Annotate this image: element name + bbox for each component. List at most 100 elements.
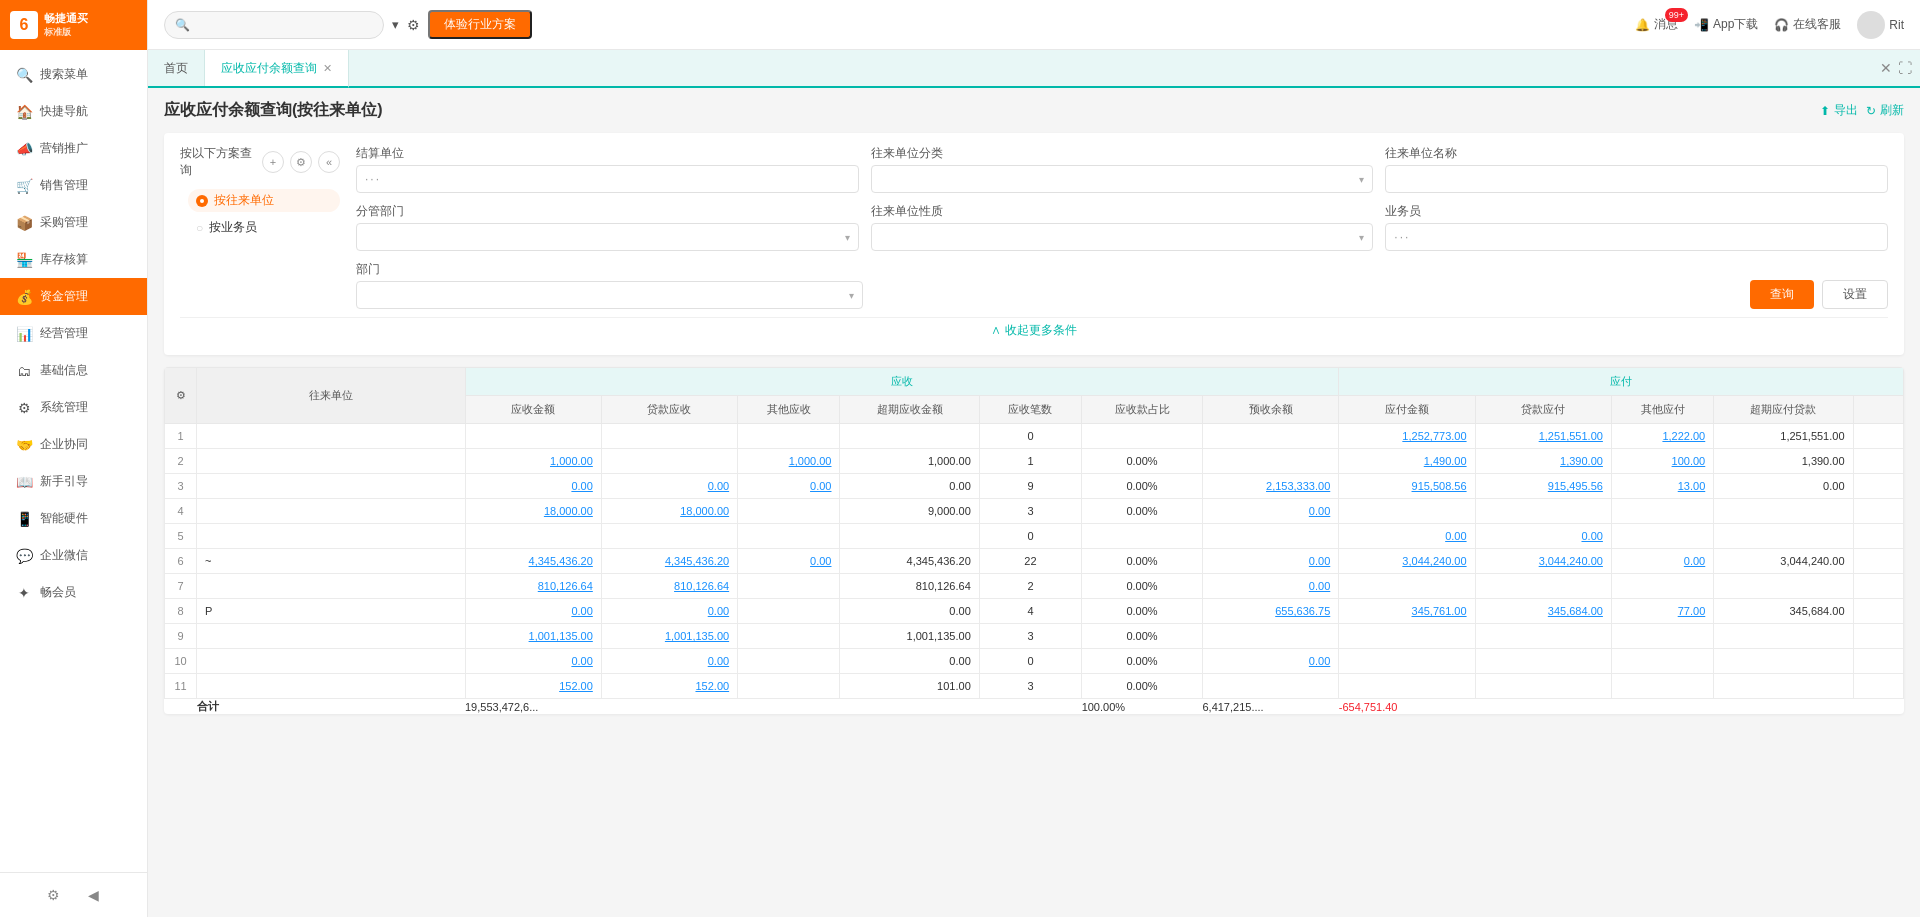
table-cell[interactable] <box>465 524 601 549</box>
messages-button[interactable]: 🔔 消息 99+ <box>1635 16 1678 33</box>
table-cell[interactable] <box>738 524 840 549</box>
table-cell[interactable]: 77.00 <box>1611 599 1713 624</box>
table-cell[interactable]: 1,252,773.00 <box>1339 424 1475 449</box>
sidebar-item-guide[interactable]: 📖 新手引导 <box>0 463 147 500</box>
table-cell[interactable] <box>465 424 601 449</box>
table-cell[interactable] <box>1339 624 1475 649</box>
table-cell[interactable]: 345,684.00 <box>1475 599 1611 624</box>
table-cell[interactable]: 0.00 <box>465 599 601 624</box>
sidebar-item-system[interactable]: ⚙ 系统管理 <box>0 389 147 426</box>
table-cell[interactable]: 915,495.56 <box>1475 474 1611 499</box>
salesperson-input[interactable]: ··· <box>1385 223 1888 251</box>
sidebar-item-inventory[interactable]: 🏪 库存核算 <box>0 241 147 278</box>
table-cell[interactable]: 2,153,333.00 <box>1202 474 1338 499</box>
settlement-unit-input[interactable]: ··· <box>356 165 859 193</box>
unit-category-input[interactable]: ▾ <box>871 165 1374 193</box>
table-cell[interactable] <box>1611 524 1713 549</box>
table-cell[interactable] <box>1475 574 1611 599</box>
table-cell[interactable] <box>1611 649 1713 674</box>
table-cell[interactable] <box>1339 499 1475 524</box>
promo-button[interactable]: 体验行业方案 <box>428 10 532 39</box>
sidebar-item-marketing[interactable]: 📣 营销推广 <box>0 130 147 167</box>
table-cell[interactable] <box>738 499 840 524</box>
table-cell[interactable] <box>1611 574 1713 599</box>
filter-mode-by-staff[interactable]: ○ 按业务员 <box>188 216 340 239</box>
sidebar-item-purchase[interactable]: 📦 采购管理 <box>0 204 147 241</box>
table-cell[interactable]: 1,000.00 <box>465 449 601 474</box>
table-cell[interactable]: 18,000.00 <box>465 499 601 524</box>
table-cell[interactable]: 345,761.00 <box>1339 599 1475 624</box>
unit-name-input[interactable] <box>1385 165 1888 193</box>
table-cell[interactable]: 0.00 <box>1202 499 1338 524</box>
collapse-bar[interactable]: ∧ 收起更多条件 <box>180 317 1888 343</box>
settings-button[interactable]: ⚙ <box>36 881 72 909</box>
tab-close-icon[interactable]: ✕ <box>323 62 332 75</box>
table-cell[interactable]: 4,345,436.20 <box>465 549 601 574</box>
table-cell[interactable]: 3,044,240.00 <box>1339 549 1475 574</box>
table-cell[interactable] <box>1339 674 1475 699</box>
table-cell[interactable] <box>738 599 840 624</box>
refresh-button[interactable]: ↻ 刷新 <box>1866 102 1904 119</box>
app-download-button[interactable]: 📲 App下载 <box>1694 16 1758 33</box>
table-cell[interactable]: 0.00 <box>738 549 840 574</box>
table-cell[interactable]: 13.00 <box>1611 474 1713 499</box>
table-cell[interactable]: 4,345,436.20 <box>601 549 737 574</box>
header-search[interactable]: 🔍 <box>164 11 384 39</box>
table-cell[interactable]: 0.00 <box>1202 574 1338 599</box>
sidebar-item-collab[interactable]: 🤝 企业协同 <box>0 426 147 463</box>
table-cell[interactable]: 810,126.64 <box>465 574 601 599</box>
filter-settings-button[interactable]: ⚙ <box>290 151 312 173</box>
table-cell[interactable] <box>1475 674 1611 699</box>
table-cell[interactable] <box>601 449 737 474</box>
table-cell[interactable] <box>1339 649 1475 674</box>
header-gear-icon[interactable]: ⚙ <box>407 17 420 33</box>
table-cell[interactable]: 1,001,135.00 <box>465 624 601 649</box>
filter-collapse-button[interactable]: « <box>318 151 340 173</box>
table-cell[interactable] <box>738 624 840 649</box>
sidebar-item-search[interactable]: 🔍 搜索菜单 <box>0 56 147 93</box>
export-button[interactable]: ⬆ 导出 <box>1820 102 1858 119</box>
table-cell[interactable] <box>1339 574 1475 599</box>
online-service-button[interactable]: 🎧 在线客服 <box>1774 16 1841 33</box>
sidebar-item-operations[interactable]: 📊 经营管理 <box>0 315 147 352</box>
table-cell[interactable]: 0.00 <box>1611 549 1713 574</box>
table-cell[interactable] <box>601 524 737 549</box>
table-cell[interactable] <box>1475 649 1611 674</box>
table-cell[interactable]: 0.00 <box>601 474 737 499</box>
table-cell[interactable]: 0.00 <box>465 649 601 674</box>
sidebar-item-member[interactable]: ✦ 畅会员 <box>0 574 147 611</box>
table-cell[interactable] <box>738 649 840 674</box>
table-cell[interactable] <box>1202 524 1338 549</box>
table-cell[interactable] <box>1475 624 1611 649</box>
table-cell[interactable] <box>601 424 737 449</box>
tab-ar-ap[interactable]: 应收应付余额查询 ✕ <box>205 50 349 88</box>
table-cell[interactable]: 1,390.00 <box>1475 449 1611 474</box>
query-button[interactable]: 查询 <box>1750 280 1814 309</box>
table-cell[interactable] <box>1202 449 1338 474</box>
table-cell[interactable]: 1,000.00 <box>738 449 840 474</box>
table-cell[interactable]: 18,000.00 <box>601 499 737 524</box>
table-cell[interactable]: 915,508.56 <box>1339 474 1475 499</box>
dropdown-arrow[interactable]: ▾ <box>392 17 399 32</box>
maximize-button[interactable]: ⛶ <box>1898 60 1912 76</box>
table-cell[interactable]: 0.00 <box>1202 649 1338 674</box>
sidebar-item-hardware[interactable]: 📱 智能硬件 <box>0 500 147 537</box>
table-cell[interactable]: 655,636.75 <box>1202 599 1338 624</box>
table-cell[interactable]: 3,044,240.00 <box>1475 549 1611 574</box>
table-cell[interactable]: 810,126.64 <box>601 574 737 599</box>
table-cell[interactable] <box>1202 624 1338 649</box>
sidebar-item-quick-nav[interactable]: 🏠 快捷导航 <box>0 93 147 130</box>
sidebar-item-wechat[interactable]: 💬 企业微信 <box>0 537 147 574</box>
table-cell[interactable]: 1,251,551.00 <box>1475 424 1611 449</box>
filter-add-button[interactable]: + <box>262 151 284 173</box>
table-cell[interactable]: 1,490.00 <box>1339 449 1475 474</box>
table-cell[interactable]: 0.00 <box>465 474 601 499</box>
sidebar-item-basic[interactable]: 🗂 基础信息 <box>0 352 147 389</box>
table-cell[interactable]: 152.00 <box>601 674 737 699</box>
table-cell[interactable]: 0.00 <box>738 474 840 499</box>
filter-mode-by-unit[interactable]: 按往来单位 <box>188 189 340 212</box>
table-cell[interactable]: 0.00 <box>1202 549 1338 574</box>
table-cell[interactable] <box>738 424 840 449</box>
table-cell[interactable]: 1,001,135.00 <box>601 624 737 649</box>
table-cell[interactable] <box>1611 624 1713 649</box>
